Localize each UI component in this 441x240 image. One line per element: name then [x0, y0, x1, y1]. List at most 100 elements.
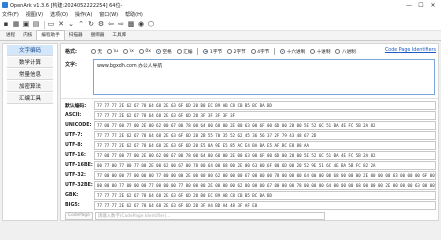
- tab-bundler[interactable]: 捆绑器: [87, 31, 109, 40]
- radio-icon: [250, 49, 256, 54]
- save-icon[interactable]: ▪: [2, 21, 10, 29]
- folder-icon[interactable]: ▭: [47, 21, 55, 29]
- encoding-value-field[interactable]: 00 00 00 77 00 00 00 77 00 00 00 77 00 0…: [94, 181, 436, 190]
- code-page-identifiers-link[interactable]: Code Page Identifiers: [385, 48, 436, 53]
- format-label: 格式:: [65, 49, 77, 55]
- encoding-row-utf16be: UTF-16BE: 00 77 00 77 00 77 00 2E 00 62 …: [65, 161, 436, 170]
- sidebar-item-text-encoding[interactable]: 文字编码: [7, 45, 53, 56]
- format-0x-radio[interactable]: 0x: [138, 49, 151, 54]
- encoding-row-unicode: UNICODE: 77 00 77 00 77 00 2E 00 62 00 6…: [65, 121, 436, 130]
- tab-process[interactable]: 进程: [2, 31, 19, 40]
- toolbar: ▪ ▦ ▣ ▤ ▭ ✕ ⌄ ⌃ ↻ ⚙ ⇦ ⇨ ▩ ◉ ⬡: [0, 19, 441, 31]
- width-2byte-radio[interactable]: 2字节: [227, 49, 246, 55]
- encoding-label: GBK:: [65, 193, 79, 198]
- toolbar-divider: [44, 20, 45, 29]
- encoding-value-field[interactable]: 77 77 77 2E 62 67 78 64 68 2E 63 6F 6D 2…: [94, 141, 436, 150]
- record-icon[interactable]: ◉: [137, 21, 145, 29]
- refresh-icon[interactable]: ↻: [87, 21, 95, 29]
- radio-icon: [138, 49, 144, 54]
- encoding-panel: 格式: 无 \u \x 0x 空格 汇编 1字节 2字节 4字节 十六进制 十进…: [60, 43, 439, 221]
- encoding-label: UTF-32BE:: [65, 183, 93, 188]
- menu-action[interactable]: 操作(A): [75, 11, 92, 18]
- radix-dec-radio[interactable]: 十进制: [310, 49, 330, 55]
- monitor-icon[interactable]: ▣: [22, 21, 30, 29]
- encoding-value-field[interactable]: 77 00 00 00 77 00 00 00 77 00 00 00 2E 0…: [94, 171, 436, 180]
- maximize-button[interactable]: ☐: [415, 1, 427, 9]
- sidebar: 文字编码 数学计算 常量信息 加密算法 汇编工具: [2, 43, 58, 221]
- text-input[interactable]: www.bgxdh.com 办公人导航: [93, 59, 435, 95]
- cube-icon[interactable]: ⬡: [147, 21, 155, 29]
- radio-icon: [123, 49, 129, 54]
- divider: [61, 98, 438, 99]
- encoding-label: UTF-8:: [65, 143, 83, 148]
- format-x-radio[interactable]: \x: [123, 49, 134, 54]
- encoding-value-field[interactable]: 00 77 00 77 00 77 00 2E 00 62 00 67 00 7…: [94, 161, 436, 170]
- menu-window[interactable]: 窗口(W): [99, 11, 118, 18]
- encoding-label: UTF-7:: [65, 133, 83, 138]
- encoding-value-field[interactable]: 77 77 77 2E 62 67 78 64 68 2E 63 6F 6D 2…: [94, 201, 436, 210]
- tab-scanner[interactable]: 扫描器: [65, 31, 87, 40]
- close-button[interactable]: ✕: [427, 1, 439, 9]
- back-icon[interactable]: ⇦: [107, 21, 115, 29]
- forward-icon[interactable]: ⇨: [117, 21, 125, 29]
- encoding-value-field[interactable]: 77 77 77 2E 62 67 78 64 68 2E 63 6F 6D 2…: [94, 111, 436, 120]
- encoding-row-ascii: ASCII: 77 77 77 2E 62 67 78 64 68 2E 63 …: [65, 111, 436, 120]
- encoding-value-field[interactable]: 77 00 77 00 77 00 2E 00 62 00 67 00 78 0…: [94, 151, 436, 160]
- text-label: 文字:: [65, 62, 77, 68]
- arrow-down-icon[interactable]: ⌄: [67, 21, 75, 29]
- encoding-row-utf32be: UTF-32BE: 00 00 00 77 00 00 00 77 00 00 …: [65, 181, 436, 190]
- console-icon[interactable]: ▤: [32, 21, 40, 29]
- menu-view[interactable]: 视图(V): [26, 11, 43, 18]
- encoding-row-utf8: UTF-8: 77 77 77 2E 62 67 78 64 68 2E 63 …: [65, 141, 436, 150]
- width-4byte-radio[interactable]: 4字节: [250, 49, 269, 55]
- menu-file[interactable]: 文件(F): [2, 11, 19, 18]
- encoding-value-field[interactable]: 77 77 77 2E 62 67 78 64 68 2E 63 6F 6D 2…: [94, 131, 436, 140]
- format-space-radio[interactable]: 空格: [156, 49, 172, 55]
- encoding-row-big5: BIG5: 77 77 77 2E 62 67 78 64 68 2E 63 6…: [65, 201, 436, 210]
- format-none-radio[interactable]: 无: [91, 49, 102, 55]
- sidebar-item-crypto[interactable]: 加密算法: [7, 81, 53, 92]
- sidebar-item-constants[interactable]: 常量信息: [7, 69, 53, 80]
- encoding-row-gbk: GBK: 77 77 77 2E 62 67 78 64 68 2E 63 6F…: [65, 191, 436, 200]
- sidebar-item-math[interactable]: 数学计算: [7, 57, 53, 68]
- format-row: 格式: 无 \u \x 0x 空格 汇编 1字节 2字节 4字节 十六进制 十进…: [65, 47, 436, 56]
- radio-selected-icon: [280, 49, 286, 54]
- menu-help[interactable]: 帮助(H): [125, 11, 143, 18]
- encoding-row-utf32: UTF-32: 77 00 00 00 77 00 00 00 77 00 00…: [65, 171, 436, 180]
- format-asm-radio[interactable]: 汇编: [176, 49, 192, 55]
- encoding-value-field[interactable]: 77 77 77 2E 62 67 78 64 68 2E 63 6F 6D 2…: [94, 191, 436, 200]
- format-u-radio[interactable]: \u: [107, 49, 118, 54]
- close-icon[interactable]: ✕: [57, 21, 65, 29]
- radix-hex-radio[interactable]: 十六进制: [280, 49, 305, 55]
- settings-icon[interactable]: ⚙: [97, 21, 105, 29]
- menu-options[interactable]: 选项(O): [50, 11, 68, 18]
- arrow-up-icon[interactable]: ⌃: [77, 21, 85, 29]
- encoding-value-field[interactable]: 77 00 77 00 77 00 2E 00 62 00 67 00 78 0…: [94, 121, 436, 130]
- encoding-label: ASCII:: [65, 113, 82, 118]
- radio-icon: [310, 49, 316, 54]
- encoding-row-utf7: UTF-7: 77 77 77 2E 62 67 78 64 68 2E 63 …: [65, 131, 436, 140]
- encoding-label: UTF-16BE:: [65, 163, 93, 168]
- encoding-value-field[interactable]: 77 77 77 2E 62 67 78 64 68 2E 63 6F 6D 2…: [94, 101, 436, 110]
- tab-kernel[interactable]: 内核: [19, 31, 36, 40]
- format-divider: [197, 48, 199, 55]
- window-title: OpenArk v1.3.6 [构建:2024052222254] 64位-: [10, 2, 123, 9]
- width-1byte-radio[interactable]: 1字节: [203, 49, 222, 55]
- codepage-label: CodePage: [65, 211, 93, 220]
- codepage-input[interactable]: 请输入数字(CodePage Identifier)...: [94, 211, 325, 220]
- tab-toolrepo[interactable]: 工具库: [108, 31, 130, 40]
- radio-icon: [335, 49, 341, 54]
- sidebar-item-assembler[interactable]: 汇编工具: [7, 93, 53, 104]
- encoding-label: UTF-32:: [65, 173, 86, 178]
- radio-selected-icon: [156, 49, 162, 54]
- encoding-label: UNICODE:: [65, 123, 92, 128]
- chip-icon[interactable]: ▩: [127, 21, 135, 29]
- encoding-row-default: 默认编码: 77 77 77 2E 62 67 78 64 68 2E 63 6…: [65, 101, 436, 110]
- main-tabs: 进程 内核 编程助手 扫描器 捆绑器 工具库: [0, 30, 441, 41]
- radio-icon: [91, 49, 96, 54]
- tab-coderkit[interactable]: 编程助手: [36, 30, 65, 40]
- minimize-button[interactable]: —: [403, 1, 415, 9]
- encoding-label: 默认编码:: [65, 104, 87, 109]
- grid-icon[interactable]: ▦: [12, 21, 20, 29]
- radix-oct-radio[interactable]: 八进制: [335, 49, 356, 55]
